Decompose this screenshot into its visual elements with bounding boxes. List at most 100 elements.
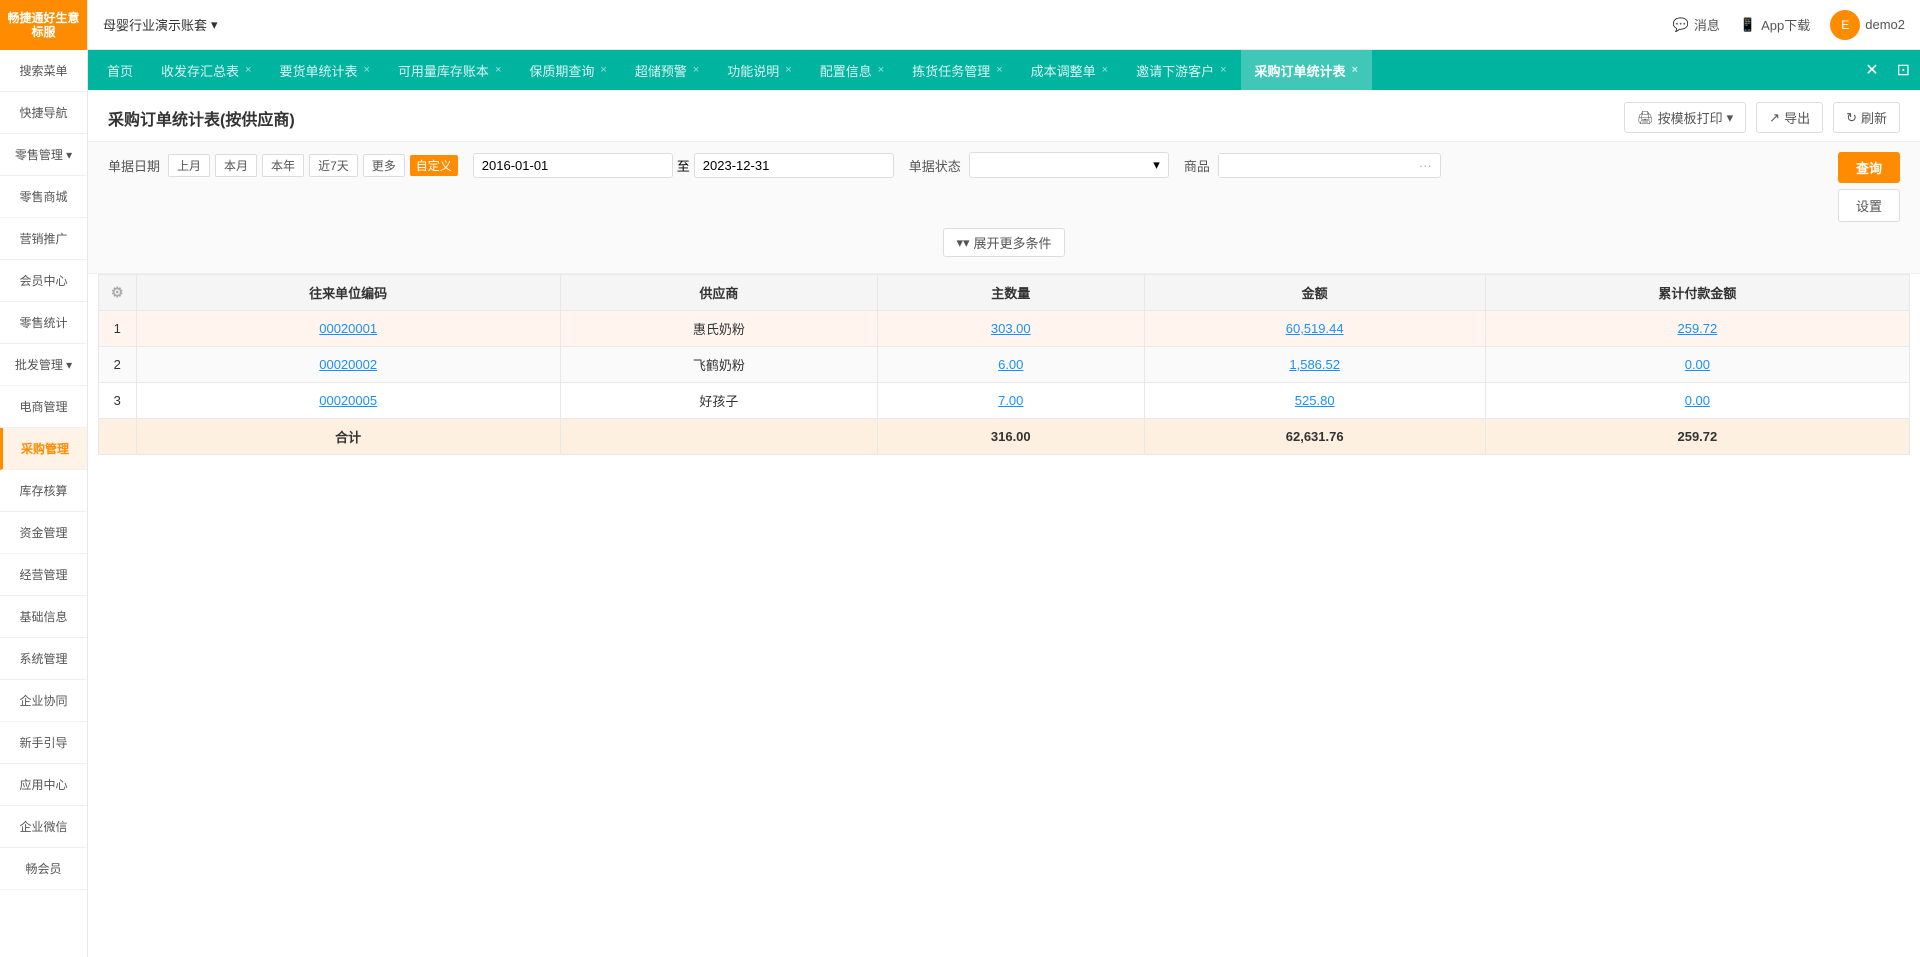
nav-tab-invite_downstream[interactable]: 邀请下游客户×: [1122, 50, 1240, 90]
tab-close-icon[interactable]: ×: [878, 64, 884, 76]
code-link[interactable]: 00020002: [319, 357, 377, 372]
user-menu[interactable]: E demo2: [1830, 10, 1905, 40]
paid-link[interactable]: 0.00: [1685, 357, 1710, 372]
sidebar-item-inventory[interactable]: 库存核算: [0, 470, 87, 512]
date-label: 单据日期: [108, 156, 160, 175]
sidebar-item-retail_store[interactable]: 零售商城: [0, 176, 87, 218]
nav-tab-purchase_summary[interactable]: 采购订单统计表×: [1241, 50, 1372, 90]
code-link[interactable]: 00020001: [319, 321, 377, 336]
template-print-button[interactable]: 🖨 按模板打印 ▾: [1624, 102, 1746, 133]
sidebar-item-retail_manage[interactable]: 零售管理 ▾: [0, 134, 87, 176]
qty-link[interactable]: 6.00: [998, 357, 1023, 372]
sidebar-item-wechat[interactable]: 企业微信: [0, 806, 87, 848]
search-button[interactable]: 查询: [1838, 152, 1900, 183]
date-btn-this-month[interactable]: 本月: [215, 154, 257, 177]
col-amount: 金额: [1144, 275, 1485, 311]
paid-link[interactable]: 0.00: [1685, 393, 1710, 408]
amount-link[interactable]: 525.80: [1295, 393, 1335, 408]
export-button[interactable]: ↗ 导出: [1756, 102, 1823, 133]
nav-tab-function_desc[interactable]: 功能说明×: [713, 50, 805, 90]
sidebar-item-basic_info[interactable]: 基础信息: [0, 596, 87, 638]
nav-tab-overstock_warning[interactable]: 超储预警×: [621, 50, 713, 90]
sidebar-item-ecommerce[interactable]: 电商管理: [0, 386, 87, 428]
sidebar-item-purchase[interactable]: 采购管理: [0, 428, 87, 470]
nav-tab-expiry_query[interactable]: 保质期查询×: [515, 50, 620, 90]
cell-no: 1: [99, 311, 137, 347]
tab-close-icon[interactable]: ×: [495, 64, 501, 76]
sidebar-item-member2[interactable]: 畅会员: [0, 848, 87, 890]
date-btn-7days[interactable]: 近7天: [309, 154, 358, 177]
sidebar-item-enterprise[interactable]: 企业协同: [0, 680, 87, 722]
topbar: 母婴行业演示账套 ▾ 💬 消息 📱 App下载 E demo2: [88, 0, 1920, 50]
nav-tab-label: 拣货任务管理: [912, 61, 990, 80]
refresh-button[interactable]: ↻ 刷新: [1833, 102, 1900, 133]
sidebar-item-retail_stat[interactable]: 零售统计: [0, 302, 87, 344]
nav-tab-config_info[interactable]: 配置信息×: [806, 50, 898, 90]
expand-conditions-button[interactable]: ▾▾ 展开更多条件: [943, 228, 1064, 257]
nav-tab-cost_adjust[interactable]: 成本调整单×: [1017, 50, 1122, 90]
tab-close-icon[interactable]: ×: [1220, 64, 1226, 76]
sidebar-item-guide[interactable]: 新手引导: [0, 722, 87, 764]
tab-close-icon[interactable]: ×: [1352, 64, 1358, 76]
tab-close-icon[interactable]: ×: [600, 64, 606, 76]
date-from-input[interactable]: [473, 153, 673, 178]
sidebar-item-marketing[interactable]: 营销推广: [0, 218, 87, 260]
sidebar-item-search[interactable]: 搜索菜单: [0, 50, 87, 92]
paid-link[interactable]: 259.72: [1677, 321, 1717, 336]
nav-tab-requisition_summary[interactable]: 要货单统计表 ×: [265, 50, 383, 90]
cell-amount: 60,519.44: [1144, 311, 1485, 347]
sidebar-item-app_center[interactable]: 应用中心: [0, 764, 87, 806]
message-button[interactable]: 💬 消息: [1673, 15, 1720, 34]
sidebar-item-wholesale[interactable]: 批发管理 ▾: [0, 344, 87, 386]
sidebar-item-shortcut[interactable]: 快捷导航: [0, 92, 87, 134]
cell-no: 2: [99, 347, 137, 383]
sidebar-item-system[interactable]: 系统管理: [0, 638, 87, 680]
tab-close-icon[interactable]: ×: [693, 64, 699, 76]
table-header-row: ⚙ 往来单位编码 供应商 主数量 金额 累计付款金额: [99, 275, 1910, 311]
cell-code: 00020005: [136, 383, 560, 419]
tab-close-icon[interactable]: ×: [785, 64, 791, 76]
message-icon: 💬: [1673, 17, 1689, 33]
footer-supplier-empty: [560, 419, 877, 455]
cell-qty: 303.00: [877, 311, 1144, 347]
gear-icon[interactable]: ⚙: [111, 284, 124, 300]
table-row: 2 00020002 飞鹤奶粉 6.00 1,586.52 0.00: [99, 347, 1910, 383]
tab-close-icon[interactable]: ×: [245, 64, 251, 76]
tab-close-icon[interactable]: ×: [996, 64, 1002, 76]
tab-close-icon[interactable]: ×: [363, 64, 369, 76]
goods-input[interactable]: [1219, 154, 1411, 177]
avatar: E: [1830, 10, 1860, 40]
sidebar: 畅捷通好生意 标服 搜索菜单快捷导航零售管理 ▾零售商城营销推广会员中心零售统计…: [0, 0, 88, 957]
qty-link[interactable]: 7.00: [998, 393, 1023, 408]
nav-tab-receive_summary[interactable]: 收发存汇总表×: [147, 50, 265, 90]
maximize-button[interactable]: ⊡: [1892, 60, 1915, 80]
status-select[interactable]: ▾: [969, 152, 1169, 178]
date-btn-more[interactable]: 更多: [363, 154, 405, 177]
date-btn-last-month[interactable]: 上月: [168, 154, 210, 177]
setting-button[interactable]: 设置: [1838, 189, 1900, 222]
date-btn-this-year[interactable]: 本年: [262, 154, 304, 177]
nav-tab-picking_task[interactable]: 拣货任务管理 ×: [898, 50, 1016, 90]
amount-link[interactable]: 1,586.52: [1289, 357, 1340, 372]
app-download-button[interactable]: 📱 App下载: [1740, 15, 1810, 34]
filter-area: 单据日期 上月 本月 本年 近7天 更多 自定义: [88, 142, 1920, 274]
col-paid: 累计付款金额: [1485, 275, 1909, 311]
code-link[interactable]: 00020005: [319, 393, 377, 408]
sidebar-item-operations[interactable]: 经营管理: [0, 554, 87, 596]
nav-tab-label: 要货单统计表: [279, 61, 357, 80]
goods-more-icon[interactable]: ···: [1411, 158, 1440, 173]
qty-link[interactable]: 303.00: [991, 321, 1031, 336]
date-to-input[interactable]: [694, 153, 894, 178]
cell-supplier: 飞鹤奶粉: [560, 347, 877, 383]
amount-link[interactable]: 60,519.44: [1286, 321, 1344, 336]
workspace-selector[interactable]: 母婴行业演示账套 ▾: [103, 15, 218, 34]
page-header: 采购订单统计表(按供应商) 🖨 按模板打印 ▾ ↗ 导出 ↻ 刷新: [88, 90, 1920, 142]
col-settings[interactable]: ⚙: [99, 275, 137, 311]
close-tab-button[interactable]: ✕: [1860, 60, 1883, 80]
nav-tab-available_stock[interactable]: 可用量库存账本×: [384, 50, 515, 90]
sidebar-item-member[interactable]: 会员中心: [0, 260, 87, 302]
date-filter: 单据日期 上月 本月 本年 近7天 更多 自定义: [108, 154, 458, 177]
sidebar-item-finance[interactable]: 资金管理: [0, 512, 87, 554]
tab-close-icon[interactable]: ×: [1102, 64, 1108, 76]
nav-tab-home[interactable]: 首页: [93, 50, 147, 90]
